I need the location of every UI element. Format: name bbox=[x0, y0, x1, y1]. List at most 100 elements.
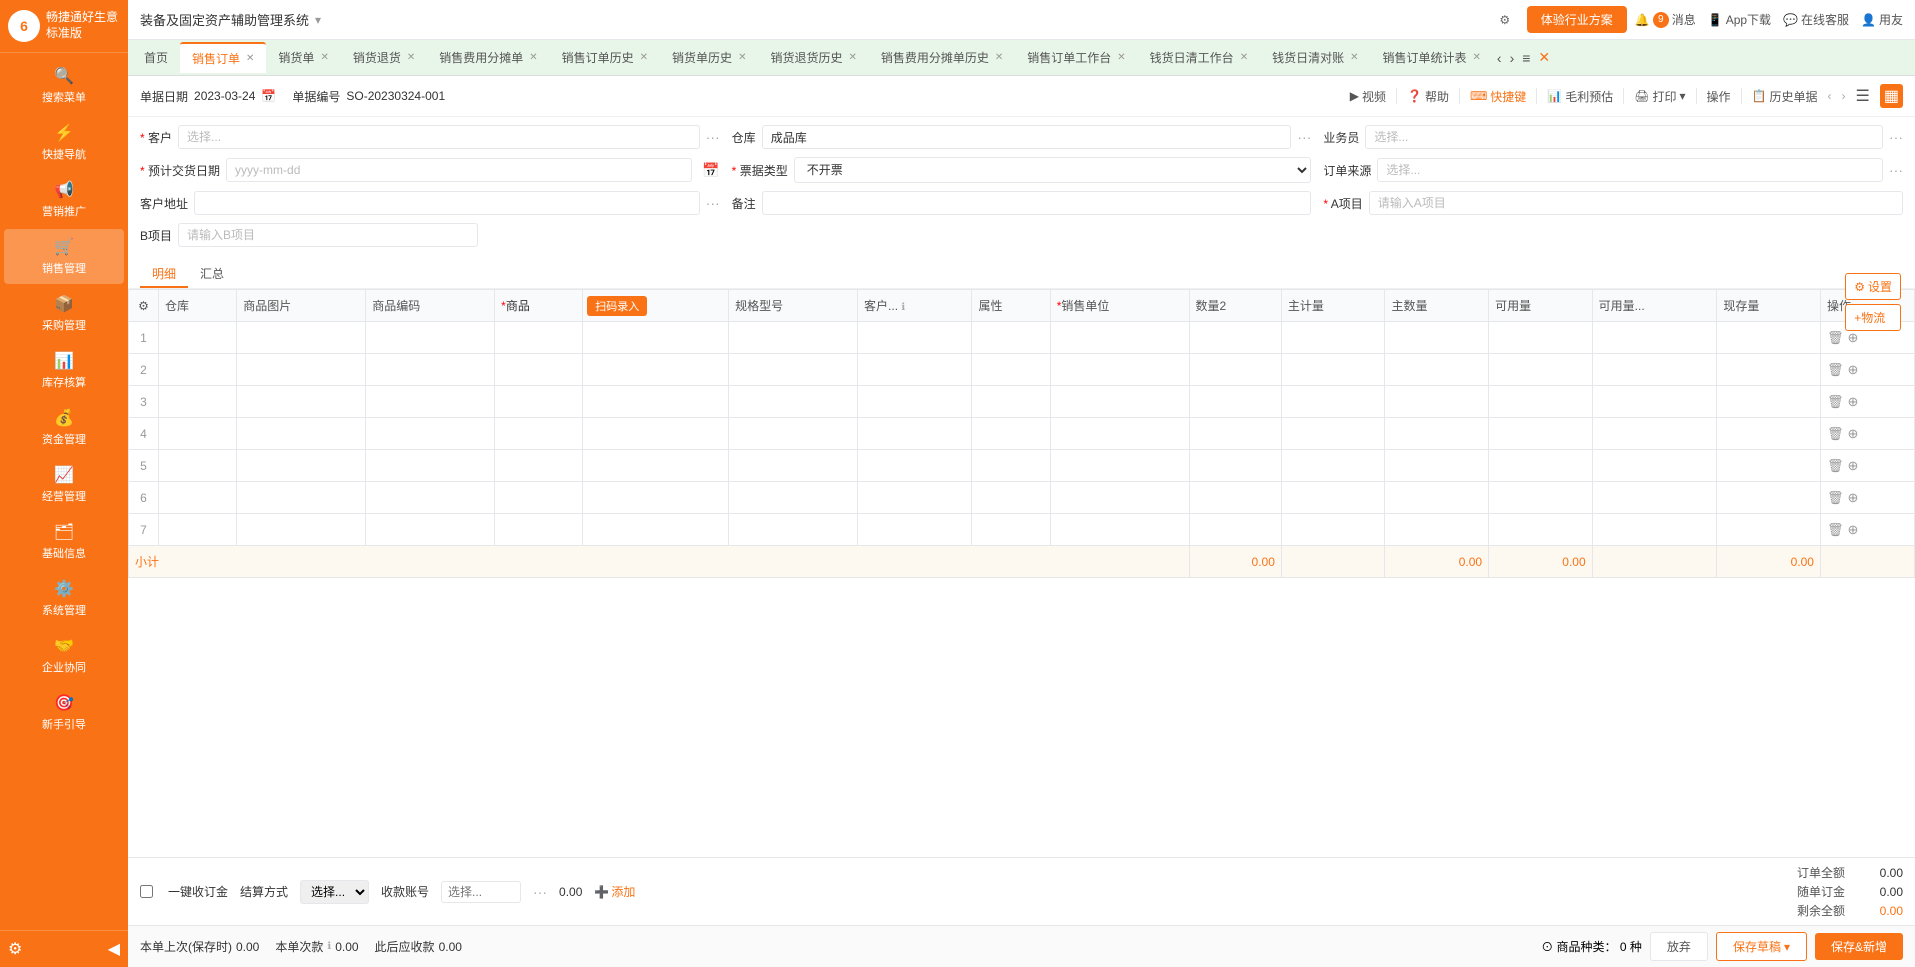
row-6-delete-icon[interactable]: 🗑 bbox=[1827, 490, 1844, 506]
tab-slip-history[interactable]: 销货单历史 ✕ bbox=[660, 43, 758, 72]
save-new-button[interactable]: 保存&新增 bbox=[1815, 933, 1903, 960]
row-6-scan[interactable] bbox=[583, 482, 729, 514]
account-input[interactable] bbox=[441, 881, 521, 903]
save-draft-dropdown-icon[interactable]: ▾ bbox=[1784, 940, 1790, 954]
invoice-type-select[interactable]: 不开票 增值税普通发票 增值税专用发票 bbox=[794, 157, 1312, 183]
tab-order-history-close[interactable]: ✕ bbox=[640, 52, 648, 63]
calendar-icon[interactable]: 📅 bbox=[261, 89, 276, 103]
row-2-customer-code[interactable] bbox=[858, 354, 972, 386]
sidebar-item-sales[interactable]: 🛒 销售管理 bbox=[4, 229, 124, 284]
row-4-available2[interactable] bbox=[1592, 418, 1717, 450]
warehouse-more-icon[interactable]: ··· bbox=[1297, 129, 1311, 145]
col-warehouse[interactable]: 仓库 bbox=[159, 290, 237, 322]
row-5-qty2[interactable] bbox=[1189, 450, 1281, 482]
row-6-customer-code[interactable] bbox=[858, 482, 972, 514]
history-nav-prev[interactable]: ‹ bbox=[1828, 89, 1832, 103]
row-5-copy-icon[interactable]: ⊕ bbox=[1848, 458, 1859, 474]
remark-input[interactable] bbox=[762, 191, 1312, 215]
row-4-scan[interactable] bbox=[583, 418, 729, 450]
tab-sales-return[interactable]: 销货退货 ✕ bbox=[341, 43, 427, 72]
row-2-main-unit[interactable] bbox=[1281, 354, 1385, 386]
row-4-unit[interactable] bbox=[1050, 418, 1189, 450]
tab-sales-order[interactable]: 销售订单 ✕ bbox=[180, 42, 266, 73]
row-3-stock[interactable] bbox=[1717, 386, 1821, 418]
row-7-available2[interactable] bbox=[1592, 514, 1717, 546]
save-draft-button[interactable]: 保存草稿 ▾ bbox=[1716, 932, 1807, 961]
form-date-value[interactable]: 2023-03-24 bbox=[194, 89, 255, 103]
row-5-image[interactable] bbox=[237, 450, 366, 482]
row-7-qty2[interactable] bbox=[1189, 514, 1281, 546]
user-item[interactable]: 👤 用友 bbox=[1861, 11, 1903, 28]
row-5-scan[interactable] bbox=[583, 450, 729, 482]
row-7-attr[interactable] bbox=[972, 514, 1050, 546]
row-4-product[interactable] bbox=[495, 418, 583, 450]
detail-tab-detail[interactable]: 明细 bbox=[140, 261, 188, 288]
col-product-code[interactable]: 商品编码 bbox=[366, 290, 495, 322]
tab-sales-slip[interactable]: 销货单 ✕ bbox=[266, 43, 340, 72]
topbar-dropdown-icon[interactable]: ▾ bbox=[315, 13, 321, 27]
row-5-warehouse[interactable] bbox=[159, 450, 237, 482]
row-7-customer-code[interactable] bbox=[858, 514, 972, 546]
col-sales-unit[interactable]: *销售单位 bbox=[1050, 290, 1189, 322]
row-2-qty2[interactable] bbox=[1189, 354, 1281, 386]
row-2-unit[interactable] bbox=[1050, 354, 1189, 386]
print-btn[interactable]: 🖨 打印 ▾ bbox=[1634, 88, 1685, 105]
tab-home[interactable]: 首页 bbox=[132, 43, 180, 72]
tab-cashflow-reconcile-close[interactable]: ✕ bbox=[1350, 52, 1358, 63]
sidebar-item-marketing[interactable]: 📢 营销推广 bbox=[4, 172, 124, 227]
tab-cashflow-reconcile[interactable]: 钱货日清对账 ✕ bbox=[1260, 43, 1370, 72]
add-logistics-btn[interactable]: +物流 bbox=[1845, 304, 1901, 331]
row-4-delete-icon[interactable]: 🗑 bbox=[1827, 426, 1844, 442]
row-6-unit[interactable] bbox=[1050, 482, 1189, 514]
sidebar-item-purchase[interactable]: 📦 采购管理 bbox=[4, 286, 124, 341]
row-3-attr[interactable] bbox=[972, 386, 1050, 418]
view-toggle-form[interactable]: ▦ bbox=[1880, 84, 1903, 108]
row-7-delete-icon[interactable]: 🗑 bbox=[1827, 522, 1844, 538]
customer-input[interactable] bbox=[178, 125, 700, 149]
row-1-customer-code[interactable] bbox=[858, 322, 972, 354]
row-3-qty2[interactable] bbox=[1189, 386, 1281, 418]
row-7-image[interactable] bbox=[237, 514, 366, 546]
row-6-warehouse[interactable] bbox=[159, 482, 237, 514]
tab-return-history-close[interactable]: ✕ bbox=[848, 52, 856, 63]
row-1-available[interactable] bbox=[1489, 322, 1593, 354]
row-3-unit[interactable] bbox=[1050, 386, 1189, 418]
row-2-product[interactable] bbox=[495, 354, 583, 386]
row-4-image[interactable] bbox=[237, 418, 366, 450]
sidebar-item-system[interactable]: ⚙️ 系统管理 bbox=[4, 571, 124, 626]
col-attribute[interactable]: 属性 bbox=[972, 290, 1050, 322]
tab-slip-history-close[interactable]: ✕ bbox=[738, 52, 746, 63]
view-toggle-list[interactable]: ☰ bbox=[1856, 86, 1870, 106]
sidebar-collapse-btn[interactable]: ◀ bbox=[108, 939, 120, 959]
settings-panel-btn[interactable]: ⚙ 设置 bbox=[1845, 273, 1901, 300]
sidebar-settings-btn[interactable]: ⚙ bbox=[8, 939, 22, 959]
row-5-customer-code[interactable] bbox=[858, 450, 972, 482]
row-1-main-qty[interactable] bbox=[1385, 322, 1489, 354]
sidebar-item-basic[interactable]: 🗂 基础信息 bbox=[4, 514, 124, 569]
tab-sales-order-close[interactable]: ✕ bbox=[246, 53, 254, 64]
staff-more-icon[interactable]: ··· bbox=[1889, 129, 1903, 145]
row-7-unit[interactable] bbox=[1050, 514, 1189, 546]
row-1-scan[interactable] bbox=[583, 322, 729, 354]
tab-nav-prev[interactable]: ‹ bbox=[1493, 48, 1506, 68]
row-6-main-qty[interactable] bbox=[1385, 482, 1489, 514]
row-1-delete-icon[interactable]: 🗑 bbox=[1827, 330, 1844, 346]
row-6-spec[interactable] bbox=[729, 482, 858, 514]
row-7-stock[interactable] bbox=[1717, 514, 1821, 546]
row-5-main-qty[interactable] bbox=[1385, 450, 1489, 482]
row-6-available[interactable] bbox=[1489, 482, 1593, 514]
sidebar-item-quick[interactable]: ⚡ 快捷导航 bbox=[4, 115, 124, 170]
customer-more-icon[interactable]: ··· bbox=[706, 129, 720, 145]
row-7-main-unit[interactable] bbox=[1281, 514, 1385, 546]
row-4-available[interactable] bbox=[1489, 418, 1593, 450]
tab-order-workbench[interactable]: 销售订单工作台 ✕ bbox=[1015, 43, 1137, 72]
tab-fee-history[interactable]: 销售费用分摊单历史 ✕ bbox=[869, 43, 1015, 72]
col-product-image[interactable]: 商品图片 bbox=[237, 290, 366, 322]
row-1-image[interactable] bbox=[237, 322, 366, 354]
row-7-spec[interactable] bbox=[729, 514, 858, 546]
row-6-available2[interactable] bbox=[1592, 482, 1717, 514]
row-2-delete-icon[interactable]: 🗑 bbox=[1827, 362, 1844, 378]
row-6-main-unit[interactable] bbox=[1281, 482, 1385, 514]
expected-date-cal-icon[interactable]: 📅 bbox=[702, 162, 719, 179]
row-3-main-unit[interactable] bbox=[1281, 386, 1385, 418]
